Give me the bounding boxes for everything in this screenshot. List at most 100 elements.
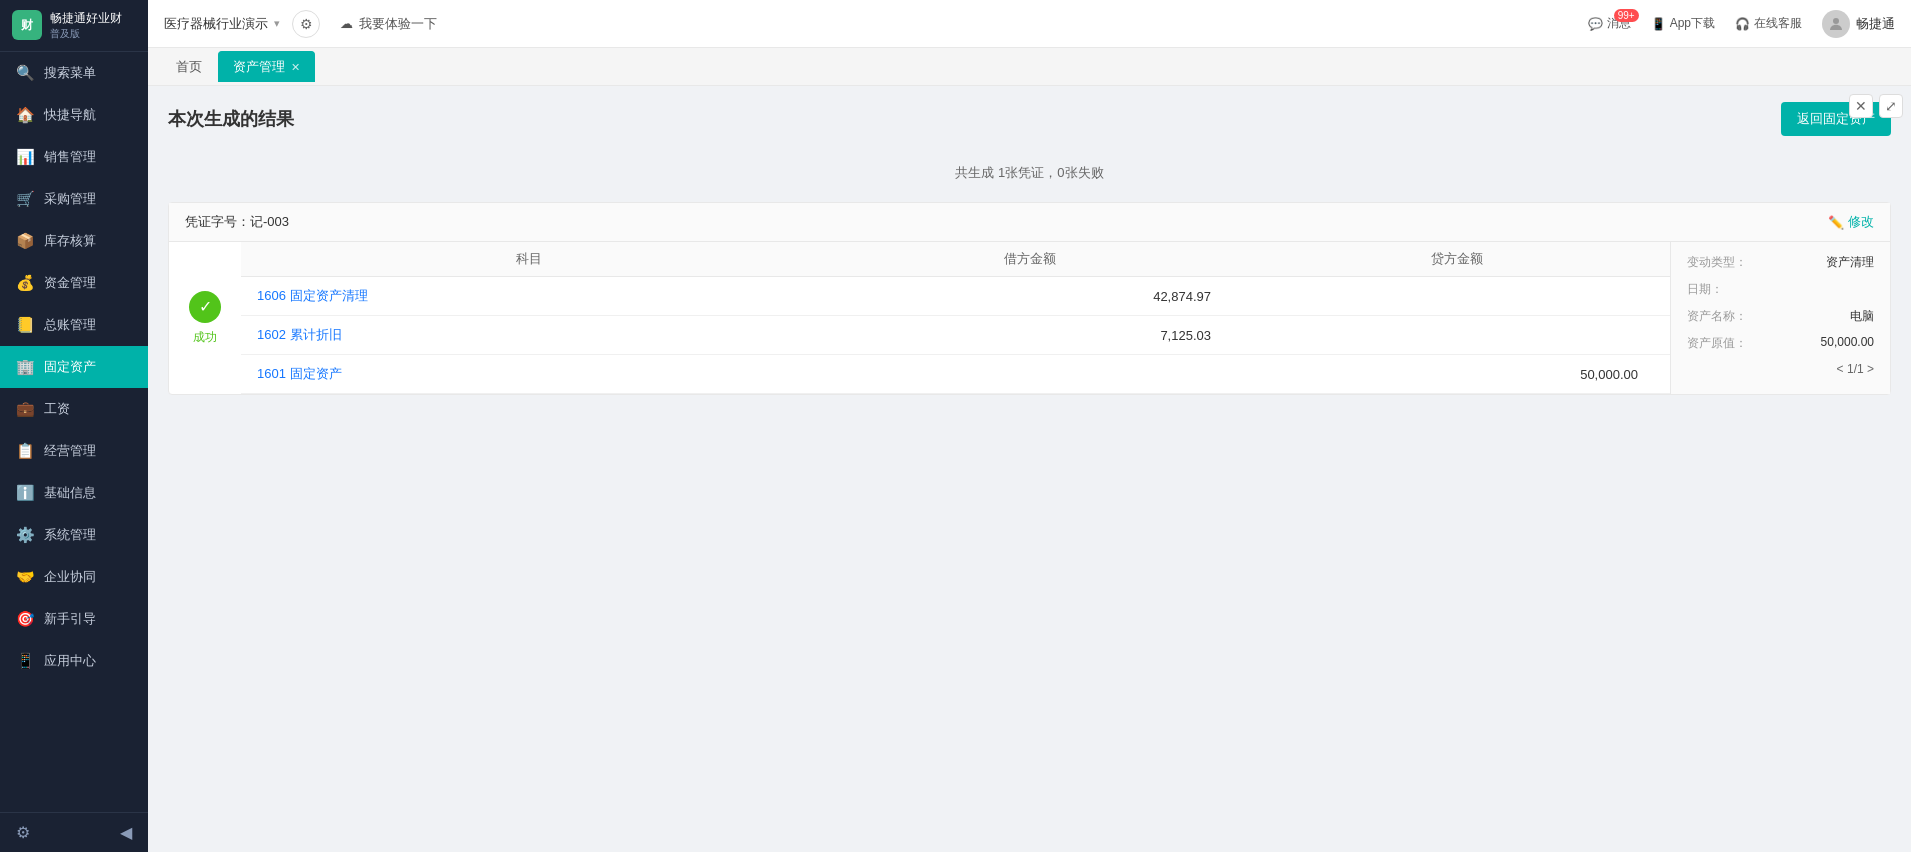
sidebar-item-label: 固定资产 (44, 358, 96, 376)
sidebar-footer: ⚙ ◀ (0, 812, 148, 852)
sidebar-item-basic-info[interactable]: ℹ️ 基础信息 (0, 472, 148, 514)
subject-link[interactable]: 1606 固定资产清理 (257, 288, 368, 303)
date-label: 日期： (1687, 281, 1723, 298)
user-menu[interactable]: 畅捷通 (1822, 10, 1895, 38)
voucher-table: 科目 借方金额 贷方金额 1606 固定资产清理 42,874.97 (241, 242, 1670, 394)
close-button[interactable]: ✕ (1849, 94, 1873, 118)
company-selector[interactable]: 医疗器械行业演示 ▾ (164, 15, 280, 33)
sidebar-item-cooperation[interactable]: 🤝 企业协同 (0, 556, 148, 598)
subject-cell: 1602 累计折旧 (241, 316, 816, 355)
app-download-button[interactable]: 📱 App下载 (1651, 15, 1715, 32)
subject-link[interactable]: 1602 累计折旧 (257, 327, 342, 342)
sidebar: 财 畅捷通好业财 普及版 🔍 搜索菜单 🏠 快捷导航 📊 销售管理 🛒 采购管理… (0, 0, 148, 852)
tab-asset-management[interactable]: 资产管理 ✕ (218, 51, 315, 82)
app-logo-text: 畅捷通好业财 普及版 (50, 10, 122, 41)
sidebar-item-search[interactable]: 🔍 搜索菜单 (0, 52, 148, 94)
expand-button[interactable]: ⤢ (1879, 94, 1903, 118)
tab-home[interactable]: 首页 (164, 52, 214, 82)
tab-close-icon[interactable]: ✕ (291, 61, 300, 74)
app-logo-icon: 财 (12, 10, 42, 40)
debit-cell: 42,874.97 (816, 277, 1243, 316)
table-row: 1606 固定资产清理 42,874.97 (241, 277, 1670, 316)
sidebar-item-sales[interactable]: 📊 销售管理 (0, 136, 148, 178)
basic-info-icon: ℹ️ (16, 484, 34, 502)
fund-icon: 💰 (16, 274, 34, 292)
sidebar-item-fixed-assets[interactable]: 🏢 固定资产 (0, 346, 148, 388)
sidebar-item-label: 新手引导 (44, 610, 96, 628)
beginner-icon: 🎯 (16, 610, 34, 628)
ledger-icon: 📒 (16, 316, 34, 334)
subject-cell: 1601 固定资产 (241, 355, 816, 394)
type-value: 资产清理 (1826, 254, 1874, 271)
sidebar-item-payroll[interactable]: 💼 工资 (0, 388, 148, 430)
sidebar-item-app-center[interactable]: 📱 应用中心 (0, 640, 148, 682)
search-icon: 🔍 (16, 64, 34, 82)
experience-label: 我要体验一下 (359, 15, 437, 33)
username: 畅捷通 (1856, 15, 1895, 33)
system-icon: ⚙️ (16, 526, 34, 544)
next-icon[interactable]: > (1867, 362, 1874, 376)
operations-icon: 📋 (16, 442, 34, 460)
collapse-icon[interactable]: ◀ (120, 823, 132, 842)
sidebar-item-label: 快捷导航 (44, 106, 96, 124)
sidebar-item-inventory[interactable]: 📦 库存核算 (0, 220, 148, 262)
fixed-assets-icon: 🏢 (16, 358, 34, 376)
original-value-label: 资产原值： (1687, 335, 1747, 352)
sidebar-item-label: 应用中心 (44, 652, 96, 670)
cooperation-icon: 🤝 (16, 568, 34, 586)
prev-icon[interactable]: < (1837, 362, 1844, 376)
voucher-code: 凭证字号：记-003 (185, 213, 289, 231)
notifications-button[interactable]: 💬 消息 99+ (1588, 15, 1631, 32)
panel-asset-name-row: 资产名称： 电脑 (1687, 308, 1874, 325)
voucher-card: 凭证字号：记-003 ✏️ 修改 ✓ 成功 科目 (168, 202, 1891, 395)
settings-footer-icon[interactable]: ⚙ (16, 823, 30, 842)
table-row: 1601 固定资产 50,000.00 (241, 355, 1670, 394)
edit-button[interactable]: ✏️ 修改 (1828, 213, 1874, 231)
customer-service-label: 在线客服 (1754, 15, 1802, 32)
sidebar-item-beginner[interactable]: 🎯 新手引导 (0, 598, 148, 640)
type-label: 变动类型： (1687, 254, 1747, 271)
col-debit-header: 借方金额 (816, 242, 1243, 277)
sidebar-item-label: 基础信息 (44, 484, 96, 502)
sidebar-item-quick-nav[interactable]: 🏠 快捷导航 (0, 94, 148, 136)
cloud-icon: ☁ (340, 16, 353, 31)
voucher-status-area: ✓ 成功 (169, 242, 241, 394)
notification-icon: 💬 (1588, 17, 1603, 31)
sidebar-item-label: 经营管理 (44, 442, 96, 460)
tab-label: 资产管理 (233, 58, 285, 76)
success-circle: ✓ (189, 291, 221, 323)
sidebar-item-label: 搜索菜单 (44, 64, 96, 82)
app-download-label: App下载 (1670, 15, 1715, 32)
credit-cell: 50,000.00 (1243, 355, 1670, 394)
panel-type-row: 变动类型： 资产清理 (1687, 254, 1874, 271)
subject-link[interactable]: 1601 固定资产 (257, 366, 342, 381)
page-indicator: 1/1 (1847, 362, 1867, 376)
svg-point-0 (1833, 18, 1839, 24)
payroll-icon: 💼 (16, 400, 34, 418)
app-center-icon: 📱 (16, 652, 34, 670)
download-icon: 📱 (1651, 17, 1666, 31)
debit-cell (816, 355, 1243, 394)
sidebar-item-label: 采购管理 (44, 190, 96, 208)
sidebar-item-purchase[interactable]: 🛒 采购管理 (0, 178, 148, 220)
sidebar-item-system[interactable]: ⚙️ 系统管理 (0, 514, 148, 556)
sidebar-item-label: 工资 (44, 400, 70, 418)
status-text: 成功 (193, 329, 217, 346)
col-subject-header: 科目 (241, 242, 816, 277)
company-name: 医疗器械行业演示 (164, 15, 268, 33)
sidebar-header: 财 畅捷通好业财 普及版 (0, 0, 148, 52)
voucher-body: ✓ 成功 科目 借方金额 贷方金额 (169, 242, 1890, 394)
experience-button[interactable]: ☁ 我要体验一下 (340, 15, 437, 33)
sidebar-item-fund[interactable]: 💰 资金管理 (0, 262, 148, 304)
edit-label: 修改 (1848, 213, 1874, 231)
sidebar-item-ledger[interactable]: 📒 总账管理 (0, 304, 148, 346)
page-title-bar: 本次生成的结果 返回固定资产 (168, 102, 1891, 136)
customer-service-button[interactable]: 🎧 在线客服 (1735, 15, 1802, 32)
subject-cell: 1606 固定资产清理 (241, 277, 816, 316)
floating-controls: ✕ ⤢ (1849, 94, 1903, 118)
credit-cell (1243, 316, 1670, 355)
service-icon: 🎧 (1735, 17, 1750, 31)
settings-button[interactable]: ⚙ (292, 10, 320, 38)
sidebar-item-operations[interactable]: 📋 经营管理 (0, 430, 148, 472)
table-row: 1602 累计折旧 7,125.03 (241, 316, 1670, 355)
